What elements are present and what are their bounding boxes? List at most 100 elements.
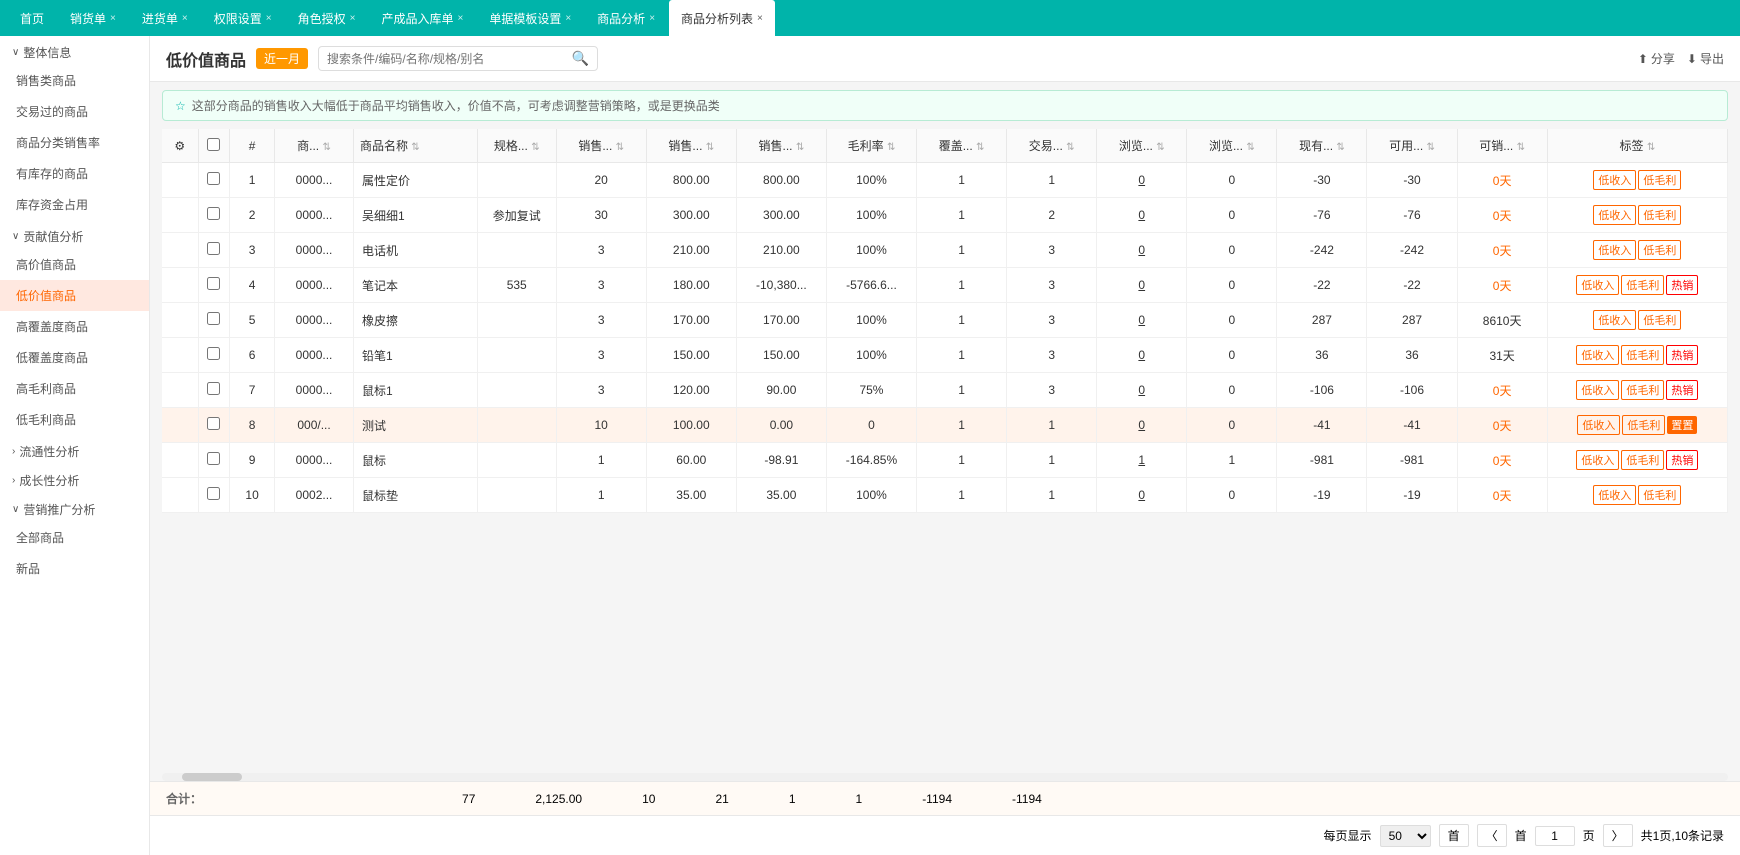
row-checkbox[interactable] [207,452,220,465]
nav-home[interactable]: 首页 [8,0,56,36]
scrollbar-thumb[interactable] [182,773,242,781]
cell-views1[interactable]: 1 [1097,443,1187,478]
share-button[interactable]: ⬆ 分享 [1638,50,1675,67]
search-icon[interactable]: 🔍 [572,50,589,67]
views-link[interactable]: 0 [1138,383,1145,397]
cell-views1[interactable]: 0 [1097,268,1187,303]
nav-sales-order[interactable]: 销货单 × [58,0,128,36]
nav-template-setting[interactable]: 单据模板设置 × [477,0,583,36]
close-icon[interactable]: × [565,13,571,24]
nav-purchase-order[interactable]: 进货单 × [130,0,200,36]
views-link[interactable]: 0 [1138,173,1145,187]
views-link[interactable]: 0 [1138,313,1145,327]
column-coverage[interactable]: 覆盖... ⇅ [917,129,1007,163]
cell-checkbox[interactable] [198,163,230,198]
close-icon[interactable]: × [266,13,272,24]
sidebar-item-traded-products[interactable]: 交易过的商品 [0,96,149,127]
column-sales-avg[interactable]: 销售... ⇅ [736,129,826,163]
row-checkbox[interactable] [207,312,220,325]
sidebar-item-stock-capital[interactable]: 库存资金占用 [0,189,149,220]
sidebar-group-marketing[interactable]: ∨ 营销推广分析 [0,493,149,522]
nav-product-inbound[interactable]: 产成品入库单 × [369,0,475,36]
row-checkbox[interactable] [207,382,220,395]
cell-views1[interactable]: 0 [1097,163,1187,198]
column-tags[interactable]: 标签 ⇅ [1547,129,1727,163]
cell-views1[interactable]: 0 [1097,478,1187,513]
column-views2[interactable]: 浏览... ⇅ [1187,129,1277,163]
cell-views1[interactable]: 0 [1097,408,1187,443]
column-gross-rate[interactable]: 毛利率 ⇅ [826,129,916,163]
column-available[interactable]: 可用... ⇅ [1367,129,1457,163]
cell-checkbox[interactable] [198,373,230,408]
sidebar-item-low-coverage[interactable]: 低覆盖度商品 [0,342,149,373]
column-transaction[interactable]: 交易... ⇅ [1007,129,1097,163]
sidebar-item-new-products[interactable]: 新品 [0,553,149,584]
close-icon[interactable]: × [649,13,655,24]
close-icon[interactable]: × [350,13,356,24]
sidebar-item-low-margin[interactable]: 低毛利商品 [0,404,149,435]
horizontal-scrollbar[interactable] [162,773,1728,781]
sidebar-group-contribution[interactable]: ∨ 贡献值分析 [0,220,149,249]
row-checkbox[interactable] [207,172,220,185]
cell-checkbox[interactable] [198,443,230,478]
export-button[interactable]: ⬇ 导出 [1687,50,1724,67]
views-link[interactable]: 0 [1138,278,1145,292]
nav-product-analysis[interactable]: 商品分析 × [585,0,667,36]
sidebar-item-low-value[interactable]: 低价值商品 [0,280,149,311]
nav-permission[interactable]: 权限设置 × [202,0,284,36]
close-icon[interactable]: × [110,13,116,24]
sidebar-item-high-coverage[interactable]: 高覆盖度商品 [0,311,149,342]
sidebar-item-high-value[interactable]: 高价值商品 [0,249,149,280]
column-settings[interactable]: ⚙ [162,129,198,163]
sidebar-item-all-products[interactable]: 全部商品 [0,522,149,553]
prev-page-button[interactable]: 〈 [1477,824,1507,847]
sidebar-group-overall[interactable]: ∨ 整体信息 [0,36,149,65]
row-checkbox[interactable] [207,277,220,290]
cell-checkbox[interactable] [198,303,230,338]
sidebar-item-high-margin[interactable]: 高毛利商品 [0,373,149,404]
cell-checkbox[interactable] [198,338,230,373]
per-page-select[interactable]: 50 100 [1380,825,1431,847]
cell-checkbox[interactable] [198,478,230,513]
sidebar-item-category-rate[interactable]: 商品分类销售率 [0,127,149,158]
cell-views1[interactable]: 0 [1097,198,1187,233]
cell-views1[interactable]: 0 [1097,373,1187,408]
sidebar-group-circulation[interactable]: › 流通性分析 [0,435,149,464]
column-views1[interactable]: 浏览... ⇅ [1097,129,1187,163]
filter-button[interactable]: 近一月 [256,48,308,69]
views-link[interactable]: 1 [1138,453,1145,467]
next-page-button[interactable]: 〉 [1603,824,1633,847]
views-link[interactable]: 0 [1138,488,1145,502]
cell-checkbox[interactable] [198,268,230,303]
row-checkbox[interactable] [207,242,220,255]
cell-checkbox[interactable] [198,233,230,268]
sidebar-item-stock-products[interactable]: 有库存的商品 [0,158,149,189]
column-sales-amount[interactable]: 销售... ⇅ [646,129,736,163]
cell-views1[interactable]: 0 [1097,338,1187,373]
close-icon[interactable]: × [757,13,763,24]
column-sales-qty[interactable]: 销售... ⇅ [556,129,646,163]
cell-views1[interactable]: 0 [1097,233,1187,268]
first-page-button[interactable]: 首 [1439,824,1469,847]
search-input[interactable] [327,52,566,66]
nav-product-analysis-list[interactable]: 商品分析列表 × [669,0,775,36]
views-link[interactable]: 0 [1138,348,1145,362]
views-link[interactable]: 0 [1138,208,1145,222]
cell-views1[interactable]: 0 [1097,303,1187,338]
page-number-input[interactable] [1535,826,1575,846]
column-name[interactable]: 商品名称 ⇅ [353,129,477,163]
sidebar-group-growth[interactable]: › 成长性分析 [0,464,149,493]
row-checkbox[interactable] [207,417,220,430]
row-checkbox[interactable] [207,347,220,360]
nav-role-auth[interactable]: 角色授权 × [286,0,368,36]
row-checkbox[interactable] [207,487,220,500]
views-link[interactable]: 0 [1138,243,1145,257]
column-current-stock[interactable]: 现有... ⇅ [1277,129,1367,163]
cell-checkbox[interactable] [198,408,230,443]
column-code[interactable]: 商... ⇅ [275,129,354,163]
select-all-checkbox[interactable] [207,138,220,151]
views-link[interactable]: 0 [1138,418,1145,432]
sidebar-item-sales-products[interactable]: 销售类商品 [0,65,149,96]
close-icon[interactable]: × [457,13,463,24]
column-spec[interactable]: 规格... ⇅ [477,129,556,163]
